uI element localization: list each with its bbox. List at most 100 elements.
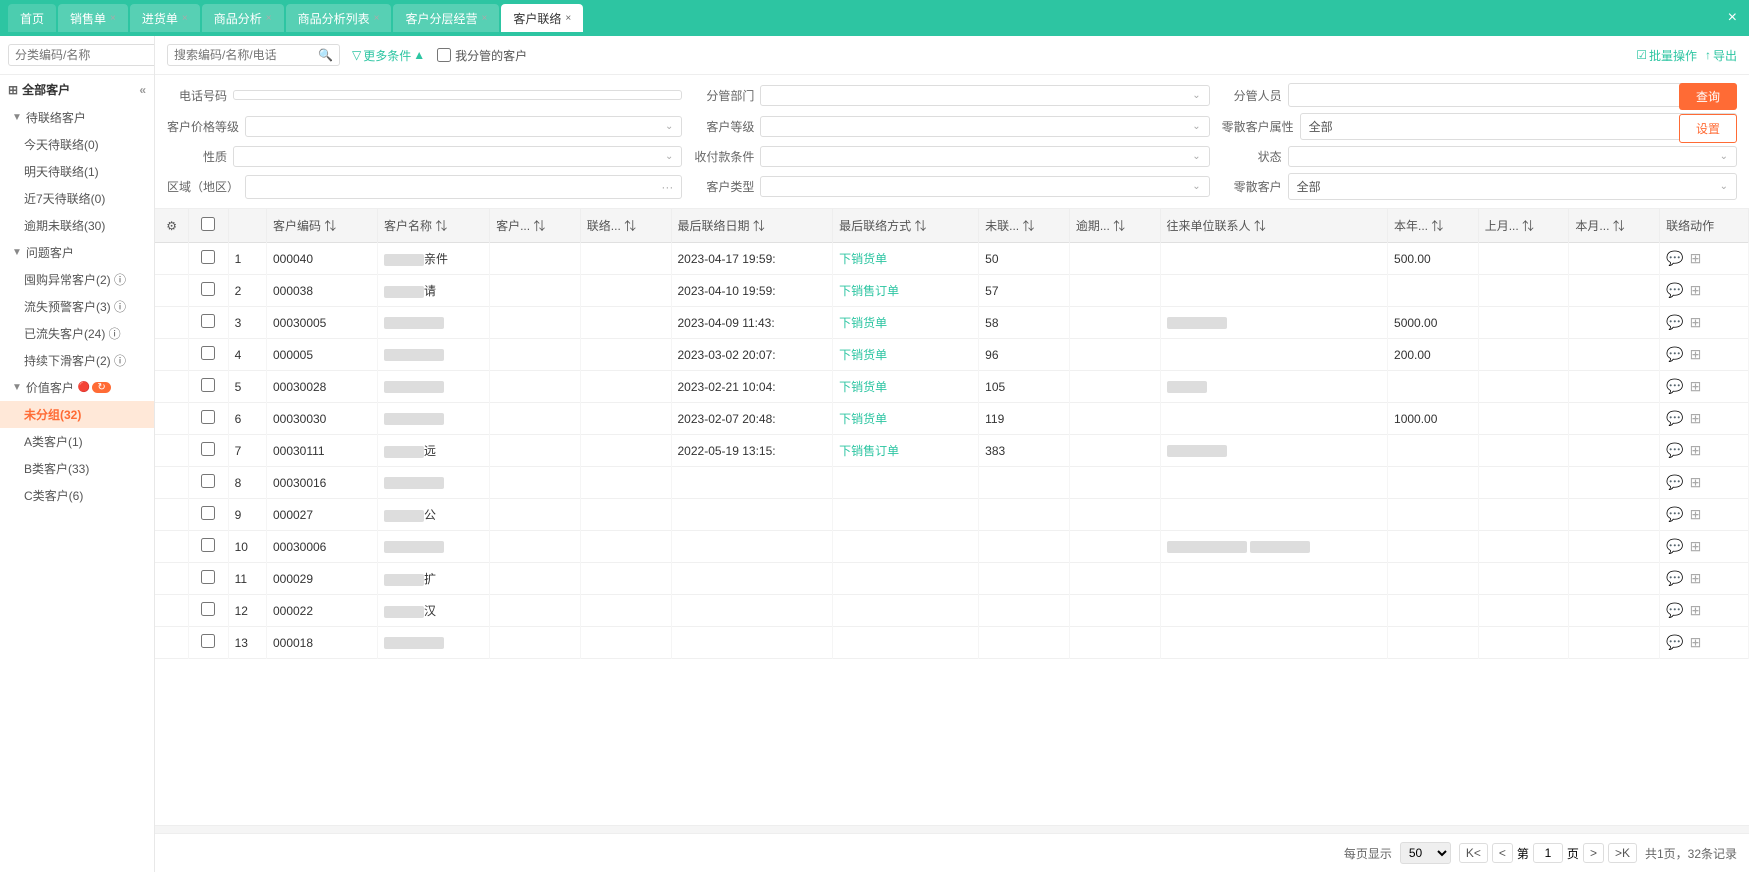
filter-customer-type-select[interactable]: ⌄ <box>760 176 1209 197</box>
filter-price-select[interactable]: ⌄ <box>245 116 682 137</box>
more-action-icon[interactable]: ⊞ <box>1690 378 1702 395</box>
tab-customer-segmentation[interactable]: 客户分层经营 × <box>393 4 499 32</box>
tab-goods-analysis[interactable]: 商品分析 × <box>202 4 284 32</box>
sidebar-group-value-title[interactable]: ▼ 价值客户 🔴 ↻ <box>0 374 154 401</box>
chat-icon[interactable]: 💬 <box>1666 474 1683 491</box>
reset-button[interactable]: 设置 <box>1679 114 1737 143</box>
sidebar-collapse-icon[interactable]: « <box>139 83 146 97</box>
filter-search-input[interactable] <box>174 48 314 62</box>
sidebar-item-today[interactable]: 今天待联络(0) <box>0 131 154 158</box>
chat-icon[interactable]: 💬 <box>1666 442 1683 459</box>
row-checkbox[interactable] <box>201 378 215 392</box>
sidebar-item-tomorrow[interactable]: 明天待联络(1) <box>0 158 154 185</box>
row-checkbox[interactable] <box>201 442 215 456</box>
filter-status-select[interactable]: ⌄ <box>1288 146 1737 167</box>
prev-page-button[interactable]: < <box>1492 843 1513 863</box>
th-last-month[interactable]: 上月... ⇅ <box>1478 209 1569 243</box>
more-action-icon[interactable]: ⊞ <box>1690 346 1702 363</box>
sidebar-item-ungroup[interactable]: 未分组(32) <box>0 401 154 428</box>
chat-icon[interactable]: 💬 <box>1666 634 1683 651</box>
sidebar-item-churn-warn[interactable]: 流失预警客户(3) ⓘ <box>0 293 154 320</box>
th-no-contact[interactable]: 未联... ⇅ <box>979 209 1070 243</box>
more-action-icon[interactable]: ⊞ <box>1690 410 1702 427</box>
more-action-icon[interactable]: ⊞ <box>1690 570 1702 587</box>
th-code[interactable]: 客户编码 ⇅ <box>266 209 377 243</box>
last-page-button[interactable]: >K <box>1608 843 1637 863</box>
row-checkbox[interactable] <box>201 506 215 520</box>
chat-icon[interactable]: 💬 <box>1666 314 1683 331</box>
th-this-year[interactable]: 本年... ⇅ <box>1388 209 1479 243</box>
export-button[interactable]: ↑ 导出 <box>1705 47 1737 64</box>
th-name[interactable]: 客户名称 ⇅ <box>378 209 490 243</box>
row-checkbox[interactable] <box>201 602 215 616</box>
contact-method-link[interactable]: 下销货单 <box>839 252 887 266</box>
th-contact[interactable]: 联络... ⇅ <box>580 209 671 243</box>
tab-sales-close[interactable]: × <box>110 13 116 24</box>
tab-customer-contact[interactable]: 客户联络 × <box>501 4 583 32</box>
tab-purchase-close[interactable]: × <box>182 13 188 24</box>
row-checkbox[interactable] <box>201 538 215 552</box>
more-action-icon[interactable]: ⊞ <box>1690 282 1702 299</box>
more-action-icon[interactable]: ⊞ <box>1690 538 1702 555</box>
batch-operation-button[interactable]: ☑ 批量操作 <box>1636 47 1697 64</box>
sidebar-item-churned[interactable]: 已流失客户(24) ⓘ <box>0 320 154 347</box>
contact-method-link[interactable]: 下销售订单 <box>839 444 899 458</box>
filter-region-input[interactable]: ··· <box>245 175 682 199</box>
contact-method-link[interactable]: 下销货单 <box>839 380 887 394</box>
sidebar-group-problem-title[interactable]: ▼ 问题客户 <box>0 239 154 266</box>
more-action-icon[interactable]: ⊞ <box>1690 250 1702 267</box>
contact-method-link[interactable]: 下销售订单 <box>839 284 899 298</box>
row-checkbox[interactable] <box>201 250 215 264</box>
more-action-icon[interactable]: ⊞ <box>1690 506 1702 523</box>
chat-icon[interactable]: 💬 <box>1666 410 1683 427</box>
tab-home[interactable]: 首页 <box>8 4 56 32</box>
more-filters-button[interactable]: ▽ 更多条件 ▲ <box>352 47 425 64</box>
row-checkbox[interactable] <box>201 346 215 360</box>
filter-gender-select[interactable]: ⌄ <box>233 146 682 167</box>
more-action-icon[interactable]: ⊞ <box>1690 314 1702 331</box>
more-action-icon[interactable]: ⊞ <box>1690 442 1702 459</box>
tab-purchase[interactable]: 进货单 × <box>130 4 200 32</box>
chat-icon[interactable]: 💬 <box>1666 538 1683 555</box>
window-close-button[interactable]: × <box>1724 5 1741 31</box>
row-checkbox[interactable] <box>201 474 215 488</box>
filter-retail-attr-select[interactable]: 全部 ⌄ <box>1300 113 1737 140</box>
th-last-contact-method[interactable]: 最后联络方式 ⇅ <box>833 209 979 243</box>
contact-method-link[interactable]: 下销货单 <box>839 412 887 426</box>
all-customers-header[interactable]: ⊞ 全部客户 « <box>0 75 154 104</box>
my-customers-check[interactable] <box>437 48 451 62</box>
chat-icon[interactable]: 💬 <box>1666 250 1683 267</box>
tab-goods-analysis-list[interactable]: 商品分析列表 × <box>286 4 392 32</box>
tab-goods-analysis-close[interactable]: × <box>266 13 272 24</box>
chat-icon[interactable]: 💬 <box>1666 506 1683 523</box>
contact-method-link[interactable]: 下销货单 <box>839 348 887 362</box>
sidebar-search-input[interactable] <box>8 44 155 66</box>
sidebar-item-overdue[interactable]: 逾期未联络(30) <box>0 212 154 239</box>
sidebar-item-a-class[interactable]: A类客户(1) <box>0 428 154 455</box>
chat-icon[interactable]: 💬 <box>1666 346 1683 363</box>
filter-department-select[interactable]: ⌄ <box>760 85 1209 106</box>
search-button[interactable]: 查询 <box>1679 83 1737 110</box>
filter-region-more[interactable]: ··· <box>661 180 673 194</box>
sidebar-item-declining[interactable]: 持续下滑客户(2) ⓘ <box>0 347 154 374</box>
filter-phone-input[interactable] <box>233 90 682 100</box>
more-action-icon[interactable]: ⊞ <box>1690 634 1702 651</box>
row-checkbox[interactable] <box>201 282 215 296</box>
sidebar-group-pending-title[interactable]: ▼ 待联络客户 <box>0 104 154 131</box>
first-page-button[interactable]: K< <box>1459 843 1488 863</box>
filter-customer-level-select[interactable]: ⌄ <box>760 116 1209 137</box>
chat-icon[interactable]: 💬 <box>1666 378 1683 395</box>
my-customers-checkbox[interactable]: 我分管的客户 <box>437 47 527 64</box>
th-overdue[interactable]: 逾期... ⇅ <box>1069 209 1160 243</box>
filter-search-icon[interactable]: 🔍 <box>318 48 333 62</box>
more-action-icon[interactable]: ⊞ <box>1690 602 1702 619</box>
sidebar-item-7days[interactable]: 近7天待联络(0) <box>0 185 154 212</box>
sidebar-item-c-class[interactable]: C类客户(6) <box>0 482 154 509</box>
th-last-contact-date[interactable]: 最后联络日期 ⇅ <box>671 209 833 243</box>
value-refresh-badge[interactable]: ↻ <box>92 382 110 393</box>
th-this-month[interactable]: 本月... ⇅ <box>1569 209 1660 243</box>
filter-manager-input[interactable]: ··· <box>1288 83 1737 107</box>
contact-method-link[interactable]: 下销货单 <box>839 316 887 330</box>
th-type[interactable]: 客户... ⇅ <box>490 209 581 243</box>
page-size-select[interactable]: 50 100 200 <box>1400 842 1451 864</box>
